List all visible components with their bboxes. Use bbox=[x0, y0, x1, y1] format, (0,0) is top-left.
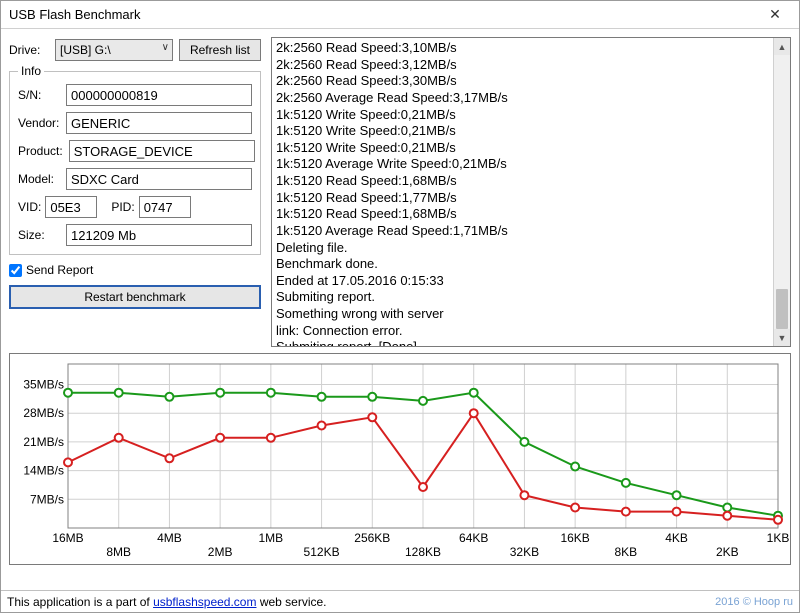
model-field[interactable] bbox=[66, 168, 252, 190]
info-group: Info S/N: Vendor: Product: Model: bbox=[9, 71, 261, 255]
chart-panel: 7MB/s 14MB/s 21MB/s 28MB/s 35MB/s 16MB 8MB 4MB 2… bbox=[9, 353, 791, 565]
svg-text:64KB: 64KB bbox=[459, 531, 488, 545]
svg-text:256KB: 256KB bbox=[354, 531, 390, 545]
send-report-checkbox[interactable] bbox=[9, 264, 22, 277]
svg-text:2MB: 2MB bbox=[208, 545, 233, 559]
titlebar: USB Flash Benchmark ✕ bbox=[1, 1, 799, 29]
svg-text:2KB: 2KB bbox=[716, 545, 739, 559]
product-field[interactable] bbox=[69, 140, 255, 162]
vendor-field[interactable] bbox=[66, 112, 252, 134]
scroll-thumb[interactable] bbox=[776, 289, 788, 329]
drive-label: Drive: bbox=[9, 43, 49, 57]
pid-field[interactable] bbox=[139, 196, 191, 218]
svg-text:128KB: 128KB bbox=[405, 545, 441, 559]
svg-text:8KB: 8KB bbox=[615, 545, 638, 559]
vid-field[interactable] bbox=[45, 196, 97, 218]
vid-label: VID: bbox=[18, 200, 41, 214]
footer-watermark: 2016 © Hoop ru bbox=[715, 596, 793, 608]
svg-text:8MB: 8MB bbox=[106, 545, 131, 559]
vendor-label: Vendor: bbox=[18, 116, 60, 130]
footer: This application is a part of usbflashsp… bbox=[1, 590, 799, 612]
log-scrollbar[interactable]: ▲ ▼ bbox=[773, 38, 790, 346]
model-label: Model: bbox=[18, 172, 60, 186]
restart-benchmark-button[interactable]: Restart benchmark bbox=[9, 285, 261, 309]
svg-text:16KB: 16KB bbox=[560, 531, 589, 545]
footer-text: This application is a part of usbflashsp… bbox=[7, 595, 327, 609]
svg-text:35MB/s: 35MB/s bbox=[23, 378, 64, 392]
refresh-list-button[interactable]: Refresh list bbox=[179, 39, 261, 61]
drive-select[interactable]: [USB] G:\ bbox=[55, 39, 173, 61]
sn-field[interactable] bbox=[66, 84, 252, 106]
close-icon[interactable]: ✕ bbox=[759, 5, 791, 25]
app-window: USB Flash Benchmark ✕ Drive: [USB] G:\ R… bbox=[0, 0, 800, 613]
svg-text:21MB/s: 21MB/s bbox=[23, 435, 64, 449]
sn-label: S/N: bbox=[18, 88, 60, 102]
log-panel: 2k:2560 Read Speed:3,10MB/s 2k:2560 Read… bbox=[271, 37, 791, 347]
svg-text:7MB/s: 7MB/s bbox=[30, 492, 64, 506]
product-label: Product: bbox=[18, 144, 63, 158]
svg-text:14MB/s: 14MB/s bbox=[23, 464, 64, 478]
svg-text:512KB: 512KB bbox=[304, 545, 340, 559]
send-report-label[interactable]: Send Report bbox=[26, 263, 93, 277]
log-text: 2k:2560 Read Speed:3,10MB/s 2k:2560 Read… bbox=[272, 38, 790, 347]
pid-label: PID: bbox=[111, 200, 134, 214]
scroll-down-icon[interactable]: ▼ bbox=[774, 329, 790, 346]
content-area: Drive: [USB] G:\ Refresh list Info S/N: … bbox=[1, 29, 799, 590]
svg-text:1KB: 1KB bbox=[767, 531, 790, 545]
svg-text:4MB: 4MB bbox=[157, 531, 182, 545]
footer-link[interactable]: usbflashspeed.com bbox=[153, 595, 256, 609]
size-label: Size: bbox=[18, 228, 60, 242]
window-title: USB Flash Benchmark bbox=[9, 7, 759, 22]
svg-text:1MB: 1MB bbox=[259, 531, 284, 545]
svg-text:4KB: 4KB bbox=[665, 531, 688, 545]
size-field[interactable] bbox=[66, 224, 252, 246]
svg-text:16MB: 16MB bbox=[52, 531, 83, 545]
benchmark-chart: 7MB/s 14MB/s 21MB/s 28MB/s 35MB/s 16MB 8MB 4MB 2… bbox=[10, 354, 790, 564]
svg-text:28MB/s: 28MB/s bbox=[23, 406, 64, 420]
info-legend: Info bbox=[18, 64, 44, 78]
scroll-up-icon[interactable]: ▲ bbox=[774, 38, 790, 55]
svg-text:32KB: 32KB bbox=[510, 545, 539, 559]
